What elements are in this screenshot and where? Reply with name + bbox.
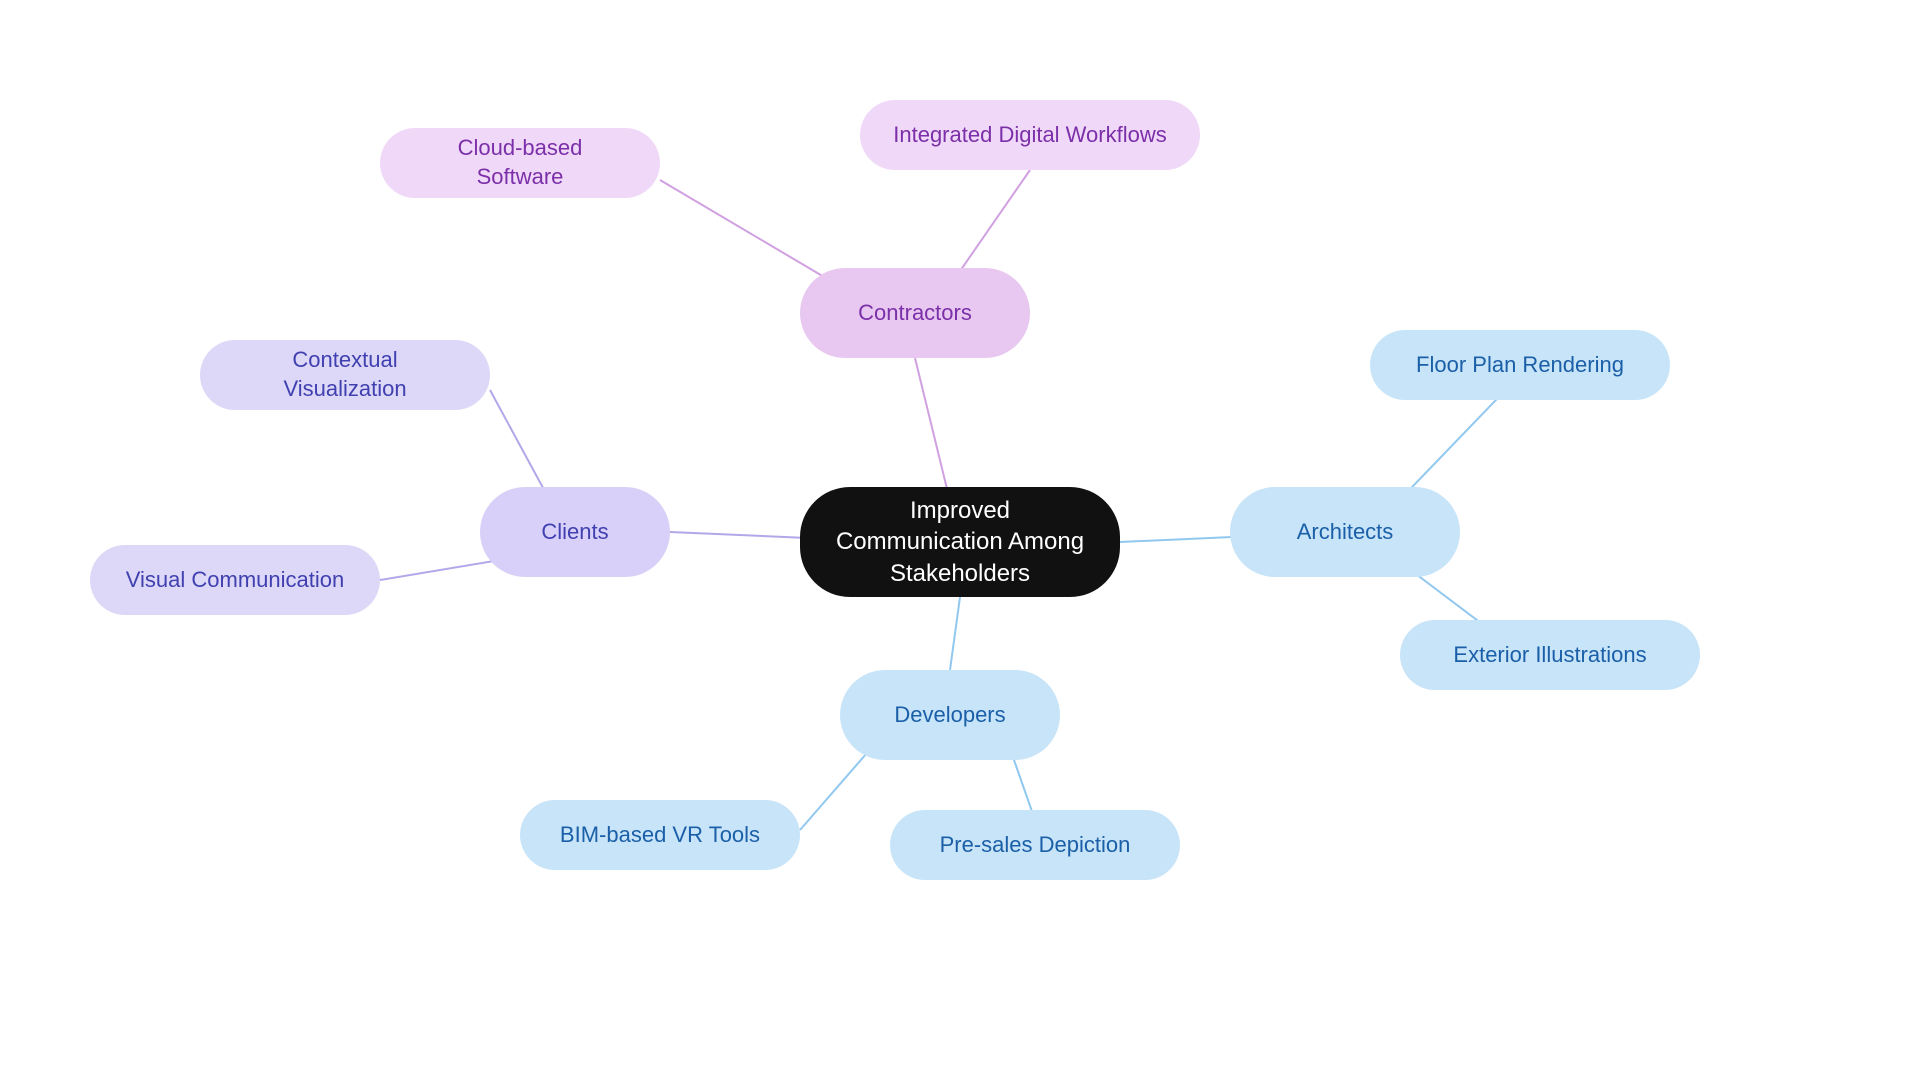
contextual-visualization-node: Contextual Visualization: [200, 340, 490, 410]
developers-node: Developers: [840, 670, 1060, 760]
cloud-software-node: Cloud-based Software: [380, 128, 660, 198]
integrated-workflows-node: Integrated Digital Workflows: [860, 100, 1200, 170]
clients-node: Clients: [480, 487, 670, 577]
bim-vr-tools-node: BIM-based VR Tools: [520, 800, 800, 870]
exterior-illustrations-node: Exterior Illustrations: [1400, 620, 1700, 690]
visual-communication-node: Visual Communication: [90, 545, 380, 615]
center-node: Improved Communication Among Stakeholder…: [800, 487, 1120, 597]
floor-plan-rendering-node: Floor Plan Rendering: [1370, 330, 1670, 400]
presales-depiction-node: Pre-sales Depiction: [890, 810, 1180, 880]
contractors-node: Contractors: [800, 268, 1030, 358]
architects-node: Architects: [1230, 487, 1460, 577]
